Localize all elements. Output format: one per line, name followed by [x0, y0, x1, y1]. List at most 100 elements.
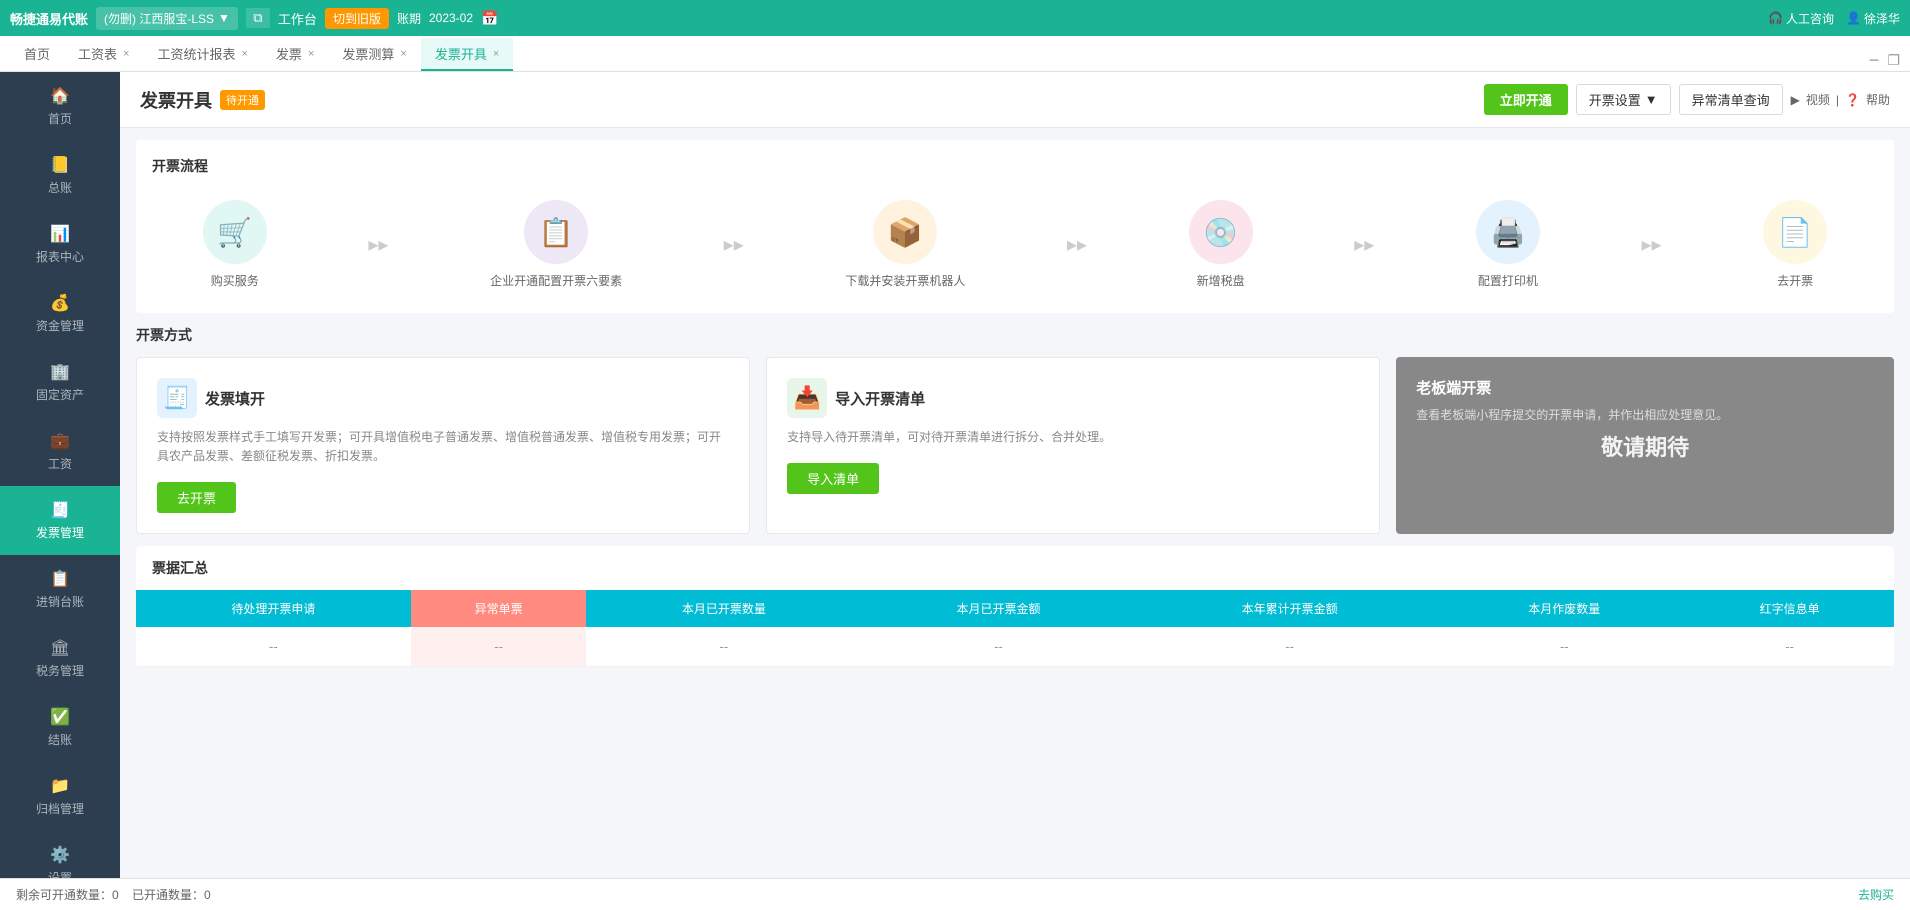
sidebar-item-settings[interactable]: ⚙️ 设置: [0, 831, 120, 878]
col-abnormal: 异常单票: [411, 590, 587, 627]
flow-section: 开票流程 🛒 购买服务 ▸▸ 📋 企业开通配置开票六要素 ▸▸ 📦 下载并安装开…: [136, 140, 1894, 313]
view-label[interactable]: 视频: [1806, 91, 1830, 108]
sidebar-item-purchases[interactable]: 📋 进销台账: [0, 555, 120, 624]
period-value[interactable]: 2023-02: [429, 11, 473, 25]
col-month-amount: 本月已开票金额: [861, 590, 1136, 627]
sidebar: 🏠 首页 📒 总账 📊 报表中心 💰 资金管理 🏢 固定资产 💼 工资 🧾 发票…: [0, 72, 120, 878]
app-logo: 畅捷通易代账: [10, 9, 88, 28]
tab-salary[interactable]: 工资表 ×: [64, 38, 143, 71]
abnormal-query-btn[interactable]: 异常清单查询: [1679, 84, 1783, 115]
download-icon: 📦: [873, 200, 937, 264]
void-count-val: --: [1443, 627, 1685, 667]
sidebar-item-invoice[interactable]: 🧾 发票管理: [0, 486, 120, 555]
summary-data-row: -- -- -- -- -- -- --: [136, 627, 1894, 667]
main-content: 发票开具 待开通 立即开通 开票设置 ▼ 异常清单查询 ▶ 视频 | ❓ 帮助: [120, 72, 1910, 878]
headset-icon: 🎧: [1768, 11, 1783, 25]
red-info-val: --: [1685, 627, 1894, 667]
bottom-bar: 剩余可开通数量：0 已开通数量：0 去购买: [0, 878, 1910, 910]
tab-invoice[interactable]: 发票 ×: [262, 38, 328, 71]
import-list-btn[interactable]: 导入清单: [787, 463, 879, 494]
page-header: 发票开具 待开通 立即开通 开票设置 ▼ 异常清单查询 ▶ 视频 | ❓ 帮助: [120, 72, 1910, 128]
close-invoice-tab[interactable]: ×: [308, 48, 314, 60]
year-amount-val: --: [1136, 627, 1444, 667]
help-label[interactable]: 帮助: [1866, 91, 1890, 108]
flow-step-buy[interactable]: 🛒 购买服务: [203, 200, 267, 289]
col-month-count: 本月已开票数量: [586, 590, 861, 627]
user-btn[interactable]: 👤 徐泽华: [1846, 10, 1900, 27]
buy-link[interactable]: 去购买: [1858, 886, 1894, 903]
flow-step-printer[interactable]: 🖨️ 配置打印机: [1476, 200, 1540, 289]
sidebar-item-archive[interactable]: 📁 归档管理: [0, 762, 120, 831]
close-invoice-calc-tab[interactable]: ×: [400, 48, 406, 60]
arrow-4: ▸▸: [1354, 232, 1374, 257]
sidebar-item-funds[interactable]: 💰 资金管理: [0, 279, 120, 348]
billing-card-import: 📥 导入开票清单 支持导入待开票清单，可对待开票清单进行拆分、合并处理。 导入清…: [766, 357, 1380, 534]
close-salary-report-tab[interactable]: ×: [241, 48, 247, 60]
sidebar-item-tax[interactable]: 🏛 税务管理: [0, 624, 120, 693]
opened-label: 已开通数量：0: [132, 888, 211, 902]
open-now-btn[interactable]: 立即开通: [1484, 84, 1568, 115]
fill-desc: 支持按照发票样式手工填写开发票；可开具增值税电子普通发票、增值税普通发票、增值税…: [157, 428, 729, 466]
tab-salary-report[interactable]: 工资统计报表 ×: [143, 38, 261, 71]
company-selector[interactable]: (勿删) 江西服宝-LSS ▼: [96, 7, 238, 30]
switch-version-btn[interactable]: 切到旧版: [325, 8, 389, 29]
page-title: 发票开具: [140, 87, 212, 113]
billing-card-old: 老板端开票 查看老板端小程序提交的开票申请，并作出相应处理意见。 敬请期待: [1396, 357, 1894, 534]
close-salary-tab[interactable]: ×: [123, 48, 129, 60]
taxdisk-label: 新增税盘: [1197, 272, 1245, 289]
tab-home[interactable]: 首页: [10, 38, 64, 71]
go-issue-btn[interactable]: 去开票: [157, 482, 236, 513]
calendar-icon[interactable]: 📅: [481, 10, 498, 27]
status-badge: 待开通: [220, 90, 265, 110]
header-actions: 立即开通 开票设置 ▼ 异常清单查询 ▶ 视频 | ❓ 帮助: [1484, 84, 1890, 115]
copy-icon[interactable]: ⧉: [246, 8, 270, 28]
ledger-icon: 📒: [50, 155, 70, 175]
pending-val: --: [136, 627, 411, 667]
abnormal-val: --: [411, 627, 587, 667]
bottom-bar-info: 剩余可开通数量：0 已开通数量：0: [16, 886, 211, 903]
flow-step-download[interactable]: 📦 下载并安装开票机器人: [845, 200, 965, 289]
main-layout: 🏠 首页 📒 总账 📊 报表中心 💰 资金管理 🏢 固定资产 💼 工资 🧾 发票…: [0, 72, 1910, 878]
salary-icon: 💼: [50, 431, 70, 451]
flow-step-config[interactable]: 📋 企业开通配置开票六要素: [490, 200, 622, 289]
arrow-5: ▸▸: [1641, 232, 1661, 257]
sidebar-item-assets[interactable]: 🏢 固定资产: [0, 348, 120, 417]
restore-icon[interactable]: ❐: [1887, 52, 1900, 69]
tab-invoice-issue[interactable]: 发票开具 ×: [421, 38, 513, 71]
sidebar-item-settle[interactable]: ✅ 结账: [0, 693, 120, 762]
sidebar-item-home[interactable]: 🏠 首页: [0, 72, 120, 141]
issue-label: 去开票: [1777, 272, 1813, 289]
month-count-val: --: [586, 627, 861, 667]
sidebar-item-salary[interactable]: 💼 工资: [0, 417, 120, 486]
help-btns: ▶ 视频 | ❓ 帮助: [1791, 91, 1890, 108]
sidebar-item-reports[interactable]: 📊 报表中心: [0, 210, 120, 279]
workstation-btn[interactable]: 工作台: [278, 9, 317, 28]
tab-invoice-calc[interactable]: 发票测算 ×: [328, 38, 420, 71]
support-btn[interactable]: 🎧 人工咨询: [1768, 10, 1834, 27]
taxdisk-icon: 💿: [1189, 200, 1253, 264]
period-label: 账期: [397, 10, 421, 27]
close-invoice-issue-tab[interactable]: ×: [493, 48, 499, 60]
invoice-icon: 🧾: [50, 500, 70, 520]
coming-soon-label: 敬请期待: [1601, 430, 1689, 462]
win-controls: − ❐: [1869, 50, 1900, 71]
archive-icon: 📁: [50, 776, 70, 796]
minimize-icon[interactable]: −: [1869, 50, 1880, 71]
open-settings-btn[interactable]: 开票设置 ▼: [1576, 84, 1671, 115]
summary-section: 票据汇总 待处理开票申请 异常单票 本月已开票数量 本月已开票金额 本年累计开票…: [136, 546, 1894, 667]
help-icon: ❓: [1845, 93, 1860, 107]
flow-step-issue[interactable]: 📄 去开票: [1763, 200, 1827, 289]
workstation-label: 工作台: [278, 9, 317, 28]
flow-step-taxdisk[interactable]: 💿 新增税盘: [1189, 200, 1253, 289]
arrow-2: ▸▸: [724, 232, 744, 257]
import-title: 导入开票清单: [835, 388, 925, 409]
buy-service-label: 购买服务: [211, 272, 259, 289]
col-red-info: 红字信息单: [1685, 590, 1894, 627]
top-bar: 畅捷通易代账 (勿删) 江西服宝-LSS ▼ ⧉ 工作台 切到旧版 账期 202…: [0, 0, 1910, 36]
purchases-icon: 📋: [50, 569, 70, 589]
sidebar-item-ledger[interactable]: 📒 总账: [0, 141, 120, 210]
dropdown-arrow: ▼: [218, 11, 230, 25]
arrow-1: ▸▸: [368, 232, 388, 257]
flow-section-title: 开票流程: [152, 156, 1878, 176]
summary-header-row: 待处理开票申请 异常单票 本月已开票数量 本月已开票金额 本年累计开票金额 本月…: [136, 590, 1894, 627]
